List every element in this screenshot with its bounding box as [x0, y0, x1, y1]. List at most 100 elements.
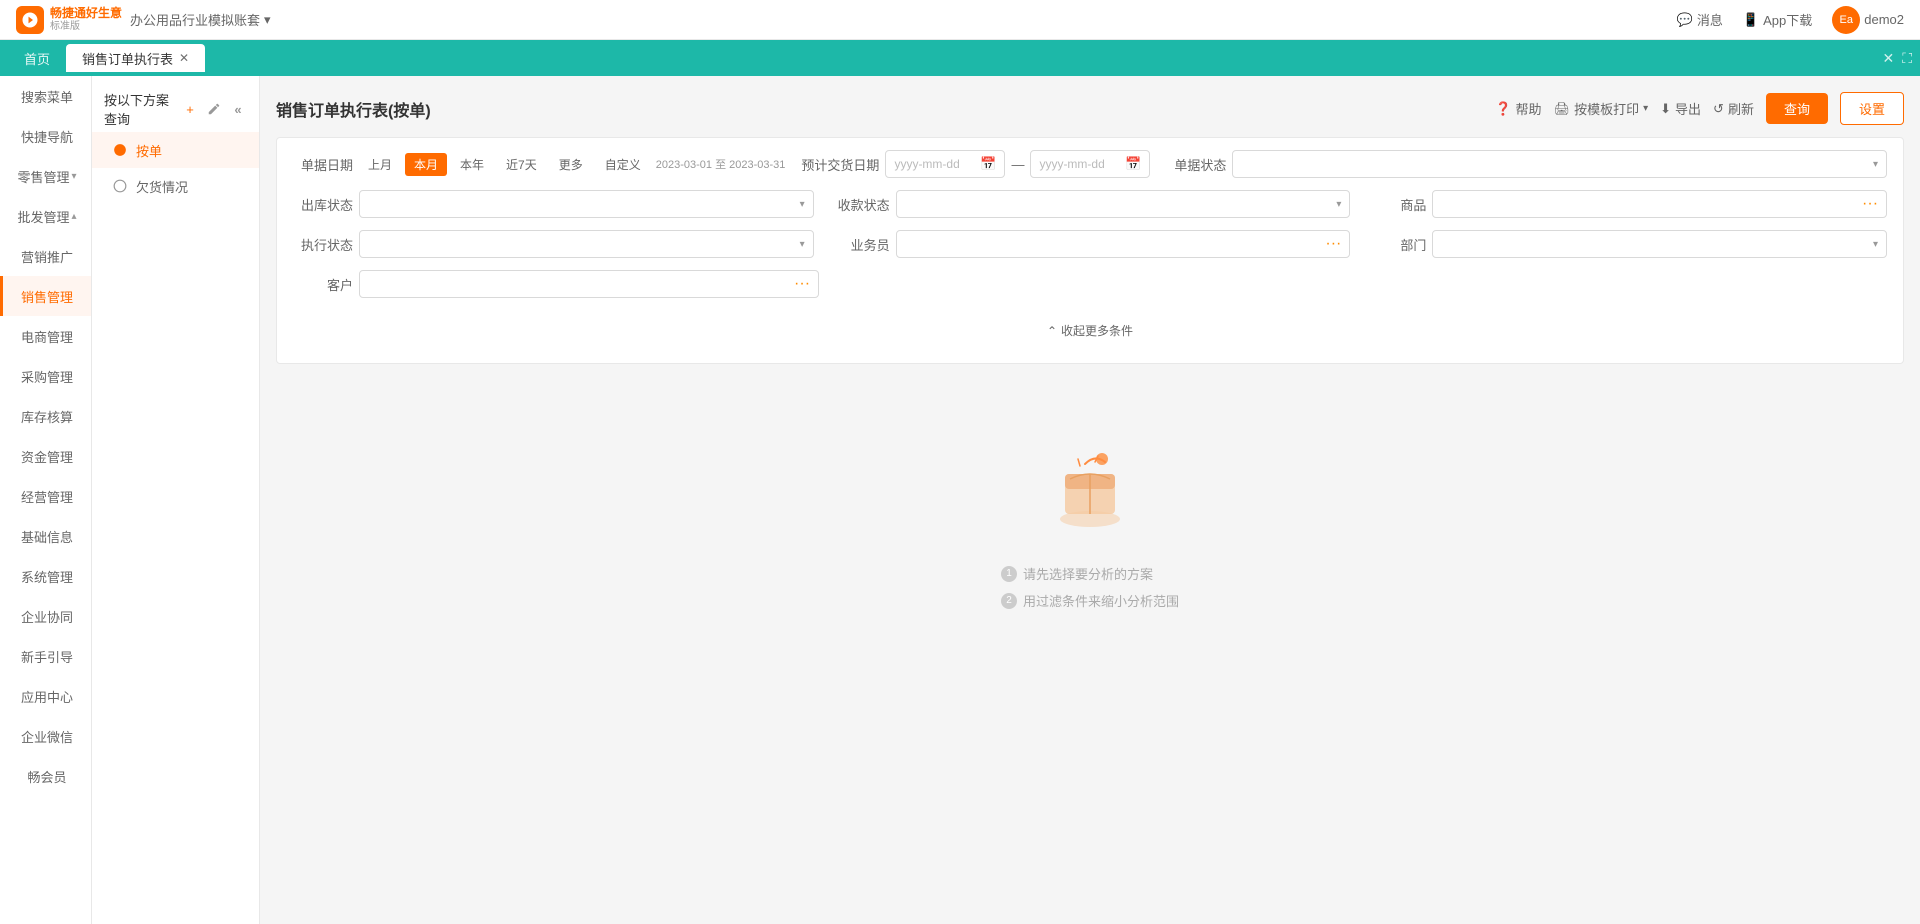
tab-close-btn[interactable]: ✕ [1882, 50, 1894, 67]
calendar-start-icon: 📅 [980, 156, 996, 172]
retail-expand-icon: ▾ [71, 171, 76, 182]
sidebar: 搜索菜单 快捷导航 零售管理 ▾ 批发管理 ▴ 营销推广 销售管理 电商管理 采… [0, 76, 92, 924]
help-btn[interactable]: ❓ 帮助 [1495, 99, 1541, 118]
add-scheme-btn[interactable]: + [181, 100, 199, 118]
salesman-select[interactable]: ··· [896, 230, 1351, 258]
quick-this-year[interactable]: 本年 [451, 153, 493, 176]
settings-btn[interactable]: 设置 [1840, 92, 1904, 125]
top-header: 畅捷通好生意 标准版 办公用品行业模拟账套 ▾ 💬 消息 📱 App下载 Ea … [0, 0, 1920, 40]
sidebar-item-inventory[interactable]: 库存核算 [0, 396, 91, 436]
refresh-icon: ↺ [1713, 101, 1724, 117]
execution-status-select[interactable]: ▾ [359, 230, 814, 258]
sidebar-label-wechat: 企业微信 [21, 727, 73, 746]
logo-icon [16, 6, 44, 34]
sidebar-item-enterprise[interactable]: 企业协同 [0, 596, 91, 636]
calendar-end-icon: 📅 [1125, 156, 1141, 172]
tab-sales-order[interactable]: 销售订单执行表 ✕ [66, 44, 205, 72]
quick-7days[interactable]: 近7天 [497, 153, 546, 176]
dept-label: 部门 [1366, 235, 1426, 254]
user-area[interactable]: Ea demo2 [1832, 6, 1904, 34]
dept-caret-icon: ▾ [1873, 239, 1878, 250]
sidebar-item-wechat[interactable]: 企业微信 [0, 716, 91, 756]
left-panel-title: 按以下方案查询 [104, 90, 175, 128]
dept-select[interactable]: ▾ [1432, 230, 1887, 258]
sidebar-label-app-center: 应用中心 [21, 687, 73, 706]
sidebar-item-purchase[interactable]: 采购管理 [0, 356, 91, 396]
status-select[interactable]: ▾ [1232, 150, 1887, 178]
print-icon: 🖨 [1554, 101, 1571, 117]
tab-home-label: 首页 [24, 49, 50, 68]
status-label: 单据状态 [1166, 155, 1226, 174]
delivery-status-label: 出库状态 [293, 195, 353, 214]
sidebar-label-vip: 畅会员 [27, 767, 66, 786]
status-caret-icon: ▾ [1873, 159, 1878, 170]
sidebar-label-search: 搜索菜单 [21, 87, 73, 106]
menu-path[interactable]: 办公用品行业模拟账套 ▾ [130, 10, 271, 29]
payment-status-select[interactable]: ▾ [896, 190, 1351, 218]
tab-close-icon[interactable]: ✕ [179, 51, 189, 65]
quick-this-month[interactable]: 本月 [405, 153, 447, 176]
quick-custom[interactable]: 自定义 [596, 153, 650, 176]
sidebar-item-search[interactable]: 搜索菜单 [0, 76, 91, 116]
empty-state: 1 请先选择要分析的方案 2 用过滤条件来缩小分析范围 [276, 364, 1904, 690]
sidebar-item-business[interactable]: 经营管理 [0, 476, 91, 516]
execution-caret-icon: ▾ [800, 239, 805, 250]
sidebar-item-wholesale[interactable]: 批发管理 ▴ [0, 196, 91, 236]
tab-controls: ✕ ⛶ [1882, 50, 1912, 67]
sidebar-item-app-center[interactable]: 应用中心 [0, 676, 91, 716]
sidebar-item-basic-info[interactable]: 基础信息 [0, 516, 91, 556]
expected-date-label: 预计交货日期 [801, 155, 879, 174]
tab-expand-btn[interactable]: ⛶ [1902, 50, 1912, 67]
sidebar-item-finance[interactable]: 资金管理 [0, 436, 91, 476]
sidebar-label-ecommerce: 电商管理 [21, 327, 73, 346]
tab-sales-order-label: 销售订单执行表 [82, 49, 173, 68]
left-panel-header: 按以下方案查询 + « [92, 86, 259, 132]
customer-select[interactable]: ··· [359, 270, 819, 298]
sidebar-item-quick-nav[interactable]: 快捷导航 [0, 116, 91, 156]
sidebar-item-sales[interactable]: 销售管理 [0, 276, 91, 316]
expected-date-field: 预计交货日期 yyyy-mm-dd 📅 — yyyy-mm-dd 📅 [801, 150, 1150, 178]
sidebar-label-basic-info: 基础信息 [21, 527, 73, 546]
sidebar-label-guide: 新手引导 [21, 647, 73, 666]
tab-home[interactable]: 首页 [8, 44, 66, 72]
message-action[interactable]: 💬 消息 [1677, 10, 1723, 29]
sidebar-item-marketing[interactable]: 营销推广 [0, 236, 91, 276]
sidebar-label-retail: 零售管理 [17, 167, 69, 186]
print-btn[interactable]: 🖨 按模板打印 ▾ [1554, 99, 1649, 118]
app-download-action[interactable]: 📱 App下载 [1743, 10, 1812, 29]
date-range-display: 2023-03-01 至 2023-03-31 [656, 156, 786, 172]
sidebar-item-vip[interactable]: 畅会员 [0, 756, 91, 796]
sidebar-label-system: 系统管理 [21, 567, 73, 586]
print-arrow-icon: ▾ [1643, 103, 1648, 114]
search-btn[interactable]: 查询 [1766, 93, 1828, 124]
export-icon: ⬇ [1660, 101, 1671, 117]
export-btn[interactable]: ⬇ 导出 [1660, 99, 1701, 118]
sidebar-item-guide[interactable]: 新手引导 [0, 636, 91, 676]
expected-date-start[interactable]: yyyy-mm-dd 📅 [885, 150, 1005, 178]
shortage-icon [112, 178, 128, 194]
collapse-panel-btn[interactable]: « [229, 100, 247, 118]
collapse-btn[interactable]: ⌃ 收起更多条件 [1047, 318, 1133, 343]
refresh-btn[interactable]: ↺ 刷新 [1713, 99, 1754, 118]
help-icon: ❓ [1495, 101, 1511, 117]
right-main: 销售订单执行表(按单) ❓ 帮助 🖨 按模板打印 ▾ ⬇ 导出 ↺ 刷新 [260, 76, 1920, 924]
sidebar-item-ecommerce[interactable]: 电商管理 [0, 316, 91, 356]
execution-status-field: 执行状态 ▾ [293, 230, 814, 258]
quick-last-month[interactable]: 上月 [359, 153, 401, 176]
sidebar-item-system[interactable]: 系统管理 [0, 556, 91, 596]
by-order-icon [112, 142, 128, 158]
sidebar-item-retail[interactable]: 零售管理 ▾ [0, 156, 91, 196]
date-separator: — [1011, 157, 1024, 172]
payment-status-label: 收款状态 [830, 195, 890, 214]
sidebar-label-inventory: 库存核算 [21, 407, 73, 426]
status-field: 单据状态 ▾ [1166, 150, 1887, 178]
expected-date-end[interactable]: yyyy-mm-dd 📅 [1030, 150, 1150, 178]
delivery-status-select[interactable]: ▾ [359, 190, 814, 218]
edit-scheme-btn[interactable] [205, 100, 223, 118]
sidebar-label-business: 经营管理 [21, 487, 73, 506]
quick-date-buttons: 上月 本月 本年 近7天 更多 自定义 [359, 153, 650, 176]
goods-select[interactable]: ··· [1432, 190, 1887, 218]
sub-menu-shortage[interactable]: 欠货情况 [92, 168, 259, 204]
quick-more[interactable]: 更多 [550, 153, 592, 176]
sub-menu-by-order[interactable]: 按单 [92, 132, 259, 168]
